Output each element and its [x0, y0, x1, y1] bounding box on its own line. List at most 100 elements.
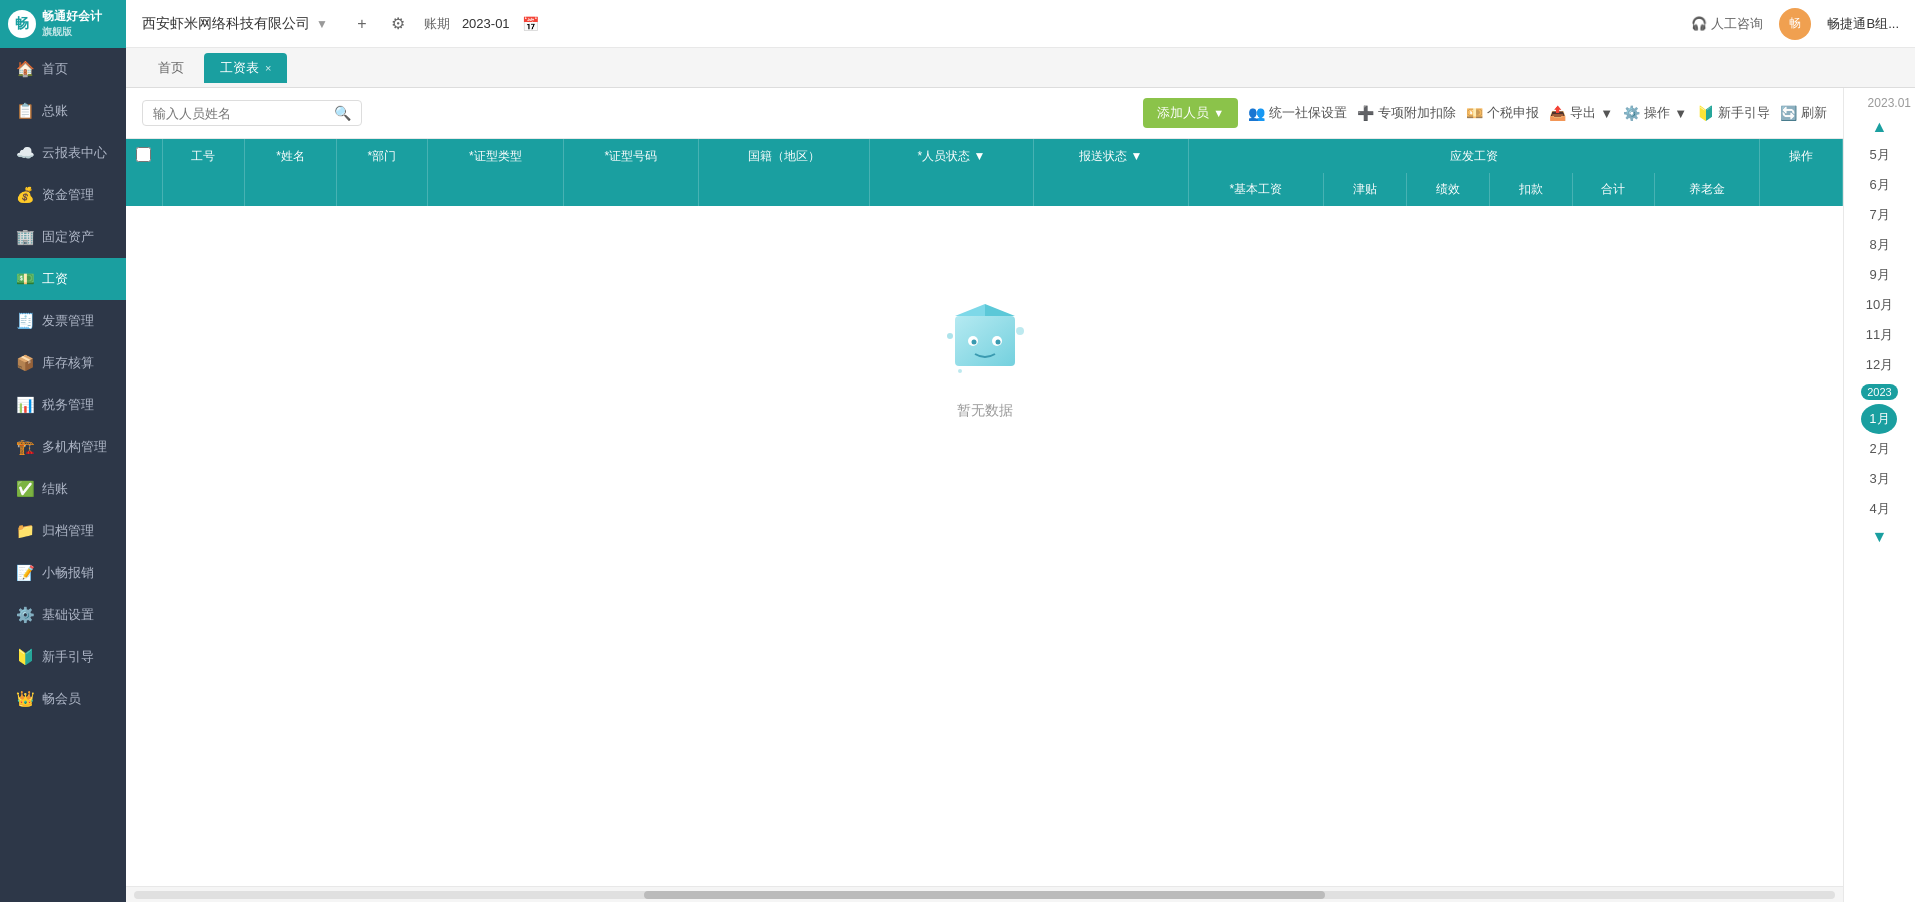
report-filter-icon[interactable]: ▼: [1130, 149, 1142, 163]
month-item-2022-6月[interactable]: 6月: [1861, 170, 1897, 200]
service-button[interactable]: 🎧 人工咨询: [1691, 15, 1763, 33]
month-item-2022-9月[interactable]: 9月: [1861, 260, 1897, 290]
month-item-2022-5月[interactable]: 5月: [1861, 140, 1897, 170]
month-item-2022-12月[interactable]: 12月: [1861, 350, 1897, 380]
select-all-checkbox[interactable]: [136, 147, 151, 162]
month-item-2023-2月[interactable]: 2月: [1861, 434, 1897, 464]
sidebar-icon-14: 🔰: [16, 648, 34, 666]
sidebar-label-13: 基础设置: [42, 606, 94, 624]
add-company-button[interactable]: +: [348, 10, 376, 38]
export-chevron-icon: ▼: [1600, 106, 1613, 121]
tab-payroll[interactable]: 工资表 ×: [204, 53, 287, 83]
sidebar-item-税务管理[interactable]: 📊 税务管理: [0, 384, 126, 426]
sidebar-item-工资[interactable]: 💵 工资: [0, 258, 126, 300]
month-item-2023-3月[interactable]: 3月: [1861, 464, 1897, 494]
month-list: 5月6月7月8月9月10月11月12月20231月2月3月4月: [1861, 140, 1897, 524]
sidebar-label-9: 多机构管理: [42, 438, 107, 456]
operations-button[interactable]: ⚙️ 操作 ▼: [1623, 104, 1687, 122]
sidebar: 畅 畅通好会计 旗舰版 🏠 首页 📋 总账 ☁️ 云报表中心 💰 资金管理 🏢 …: [0, 0, 126, 902]
sidebar-item-资金管理[interactable]: 💰 资金管理: [0, 174, 126, 216]
social-insurance-button[interactable]: 👥 统一社保设置: [1248, 104, 1347, 122]
sidebar-item-新手引导[interactable]: 🔰 新手引导: [0, 636, 126, 678]
export-button[interactable]: 📤 导出 ▼: [1549, 104, 1613, 122]
empty-state: 暂无数据: [126, 206, 1843, 500]
search-wrap: 🔍: [142, 100, 362, 126]
month-scroll-up[interactable]: ▲: [1868, 114, 1892, 140]
col-name: *姓名: [245, 139, 336, 173]
col-empty2: [162, 173, 245, 206]
sidebar-item-结账[interactable]: ✅ 结账: [0, 468, 126, 510]
month-item-2023-4月[interactable]: 4月: [1861, 494, 1897, 524]
table-wrap: 工号 *姓名 *部门 *证型类型 *证型号码 国籍（地区） *人员状态 ▼ 报送…: [126, 139, 1843, 886]
sidebar-icon-10: ✅: [16, 480, 34, 498]
content-area: 🔍 添加人员 ▼ 👥 统一社保设置 ➕ 专项附加扣除: [126, 88, 1915, 902]
sidebar-item-归档管理[interactable]: 📁 归档管理: [0, 510, 126, 552]
col-id-num: *证型号码: [563, 139, 699, 173]
settings-button[interactable]: ⚙: [384, 10, 412, 38]
scrollbar-thumb[interactable]: [644, 891, 1324, 899]
svg-point-5: [971, 340, 976, 345]
month-item-2022-11月[interactable]: 11月: [1861, 320, 1897, 350]
sidebar-item-发票管理[interactable]: 🧾 发票管理: [0, 300, 126, 342]
month-scroll-down[interactable]: ▼: [1868, 524, 1892, 550]
status-filter-icon[interactable]: ▼: [973, 149, 985, 163]
sidebar-label-7: 库存核算: [42, 354, 94, 372]
sidebar-icon-4: 🏢: [16, 228, 34, 246]
calendar-icon[interactable]: 📅: [522, 16, 539, 32]
sidebar-item-总账[interactable]: 📋 总账: [0, 90, 126, 132]
period-value: 2023-01: [462, 16, 510, 31]
month-item-2022-7月[interactable]: 7月: [1861, 200, 1897, 230]
user-name: 畅捷通B组...: [1827, 15, 1899, 33]
avatar: 畅: [1779, 8, 1811, 40]
svg-marker-1: [955, 304, 985, 316]
operations-chevron-icon: ▼: [1674, 106, 1687, 121]
col-empty4: [336, 173, 427, 206]
col-empty6: [563, 173, 699, 206]
company-selector[interactable]: 西安虾米网络科技有限公司 ▼: [142, 15, 328, 33]
sidebar-icon-11: 📁: [16, 522, 34, 540]
deduction-icon: ➕: [1357, 105, 1374, 121]
scrollbar-track[interactable]: [134, 891, 1835, 899]
sidebar-label-3: 资金管理: [42, 186, 94, 204]
sidebar-item-多机构管理[interactable]: 🏗️ 多机构管理: [0, 426, 126, 468]
tab-home[interactable]: 首页: [142, 53, 200, 83]
sidebar-label-11: 归档管理: [42, 522, 94, 540]
col-dept: *部门: [336, 139, 427, 173]
search-input[interactable]: [153, 106, 328, 121]
add-person-button[interactable]: 添加人员 ▼: [1143, 98, 1238, 128]
month-item-2022-10月[interactable]: 10月: [1861, 290, 1897, 320]
refresh-button[interactable]: 🔄 刷新: [1780, 104, 1827, 122]
table-header-row1: 工号 *姓名 *部门 *证型类型 *证型号码 国籍（地区） *人员状态 ▼ 报送…: [126, 139, 1843, 173]
tab-payroll-close-icon[interactable]: ×: [265, 62, 271, 74]
sidebar-item-固定资产[interactable]: 🏢 固定资产: [0, 216, 126, 258]
col-salary-group: 应发工资: [1188, 139, 1759, 173]
sidebar-item-畅会员[interactable]: 👑 畅会员: [0, 678, 126, 720]
sidebar-item-首页[interactable]: 🏠 首页: [0, 48, 126, 90]
col-action: 操作: [1760, 139, 1843, 173]
sidebar-label-6: 发票管理: [42, 312, 94, 330]
logo-icon: 畅: [8, 10, 36, 38]
sidebar-item-基础设置[interactable]: ⚙️ 基础设置: [0, 594, 126, 636]
month-item-2022-8月[interactable]: 8月: [1861, 230, 1897, 260]
sidebar-item-云报表中心[interactable]: ☁️ 云报表中心: [0, 132, 126, 174]
sidebar-label-2: 云报表中心: [42, 144, 107, 162]
col-performance: 绩效: [1406, 173, 1489, 206]
col-nation: 国籍（地区）: [699, 139, 870, 173]
sidebar-label-0: 首页: [42, 60, 68, 78]
tax-icon: 💴: [1466, 105, 1483, 121]
month-item-2023-1月[interactable]: 1月: [1861, 404, 1897, 434]
guide-button[interactable]: 🔰 新手引导: [1697, 104, 1770, 122]
main-content: 🔍 添加人员 ▼ 👥 统一社保设置 ➕ 专项附加扣除: [126, 88, 1843, 902]
sidebar-item-小畅报销[interactable]: 📝 小畅报销: [0, 552, 126, 594]
svg-point-8: [1016, 327, 1024, 335]
col-empty5: [428, 173, 564, 206]
tax-declaration-button[interactable]: 💴 个税申报: [1466, 104, 1539, 122]
sidebar-icon-7: 📦: [16, 354, 34, 372]
sidebar-icon-1: 📋: [16, 102, 34, 120]
special-deduction-button[interactable]: ➕ 专项附加扣除: [1357, 104, 1456, 122]
sidebar-label-8: 税务管理: [42, 396, 94, 414]
sidebar-icon-12: 📝: [16, 564, 34, 582]
search-icon: 🔍: [334, 105, 351, 121]
sidebar-item-库存核算[interactable]: 📦 库存核算: [0, 342, 126, 384]
empty-icon: [935, 286, 1035, 386]
